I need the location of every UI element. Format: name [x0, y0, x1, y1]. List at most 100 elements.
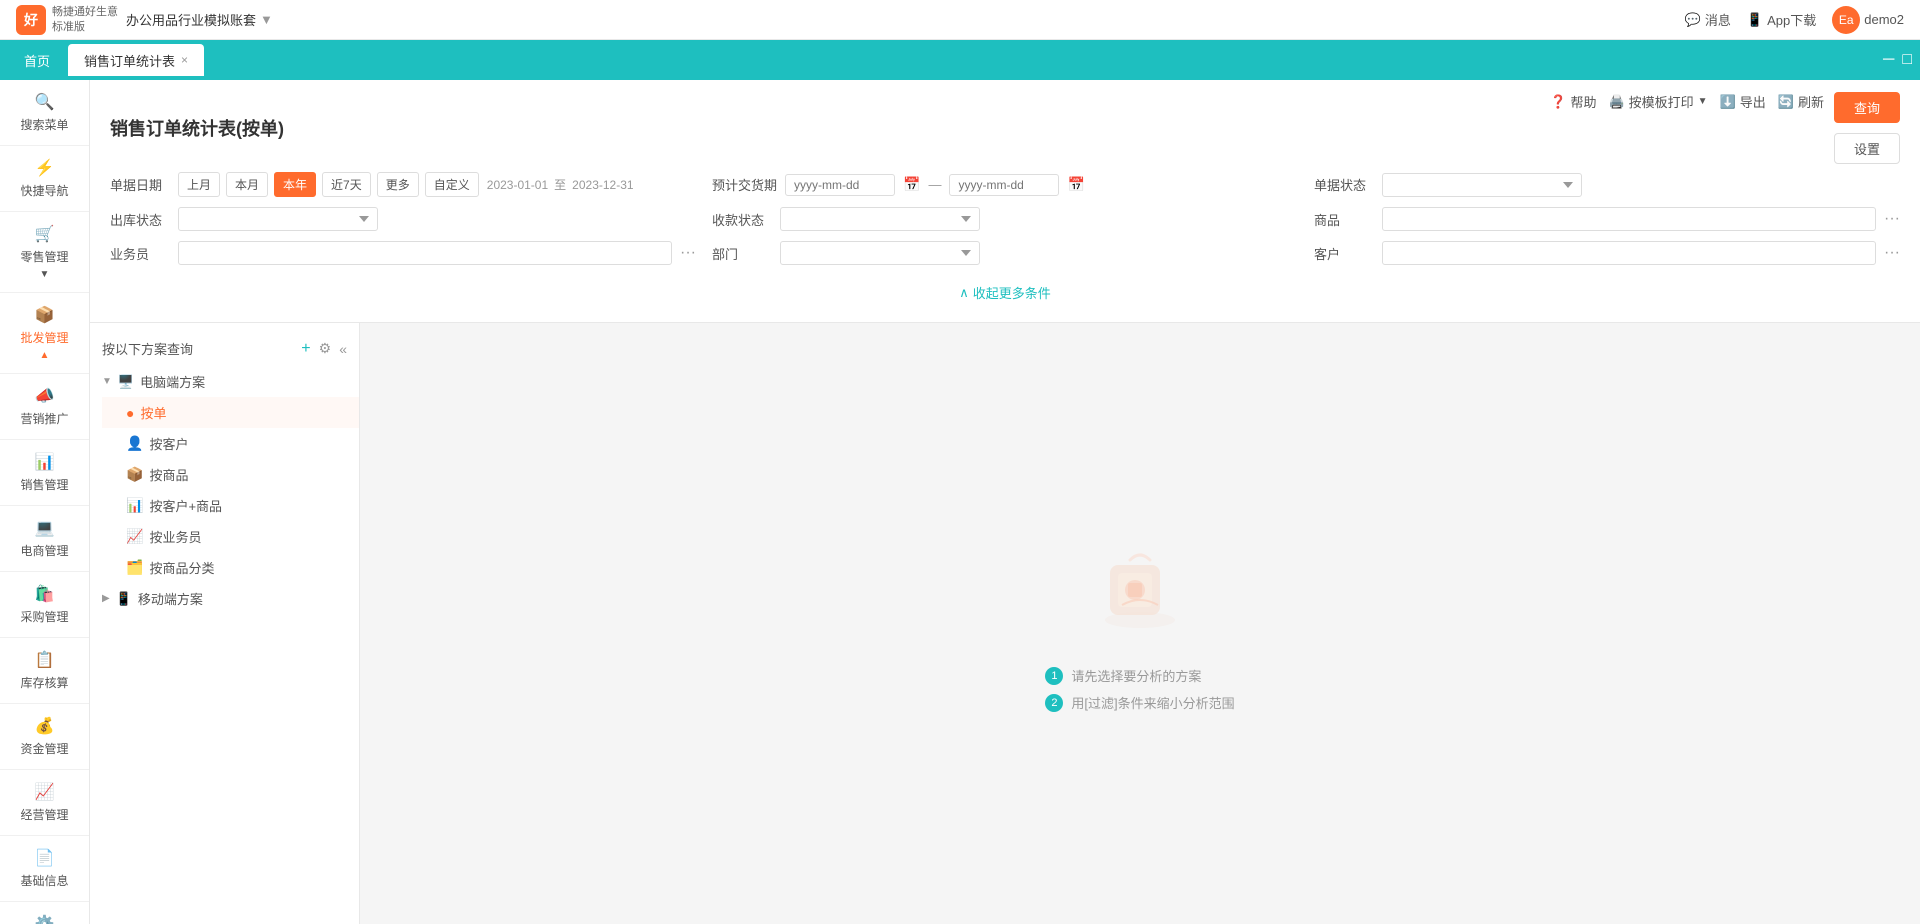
- date-filter-item: 单据日期 上月 本月 本年 近7天 更多 自定义 2023-01-01 至 20…: [110, 172, 696, 197]
- user-area[interactable]: Ea demo2: [1832, 6, 1904, 34]
- sidebar-item-retail-mgmt[interactable]: 🛒 零售管理 ▼: [0, 212, 89, 293]
- sidebar-item-label: 销售管理: [20, 476, 68, 493]
- salesperson-more-icon[interactable]: ···: [680, 244, 696, 262]
- window-maximize-icon[interactable]: □: [1902, 51, 1912, 69]
- salesperson-input[interactable]: [178, 241, 672, 265]
- sidebar-item-purchase-mgmt[interactable]: 🛍️ 采购管理: [0, 572, 89, 638]
- logo-area: 好 畅捷通好生意 标准版: [16, 5, 118, 35]
- sidebar-item-inventory[interactable]: 📋 库存核算: [0, 638, 89, 704]
- date-last-month-btn[interactable]: 上月: [178, 172, 220, 197]
- date-last7-btn[interactable]: 近7天: [322, 172, 371, 197]
- sidebar-item-system-mgmt[interactable]: ⚙️ 系统管理: [0, 902, 89, 924]
- tab-close-icon[interactable]: ×: [181, 53, 188, 67]
- tab-bar-actions: ─ □: [1883, 51, 1912, 69]
- goods-label: 商品: [1314, 210, 1374, 229]
- tree-item-by-goods-category[interactable]: 🗂️ 按商品分类: [102, 552, 359, 583]
- goods-filter-item: 商品 ···: [1314, 207, 1900, 231]
- window-minimize-icon[interactable]: ─: [1883, 51, 1894, 69]
- date-label: 单据日期: [110, 175, 170, 194]
- template-print-btn[interactable]: 🖨️ 按模板打印 ▼: [1608, 92, 1707, 111]
- sidebar-item-marketing[interactable]: 📣 营销推广: [0, 374, 89, 440]
- scheme-settings-icon[interactable]: ⚙: [319, 340, 332, 357]
- logo-text: 畅捷通好生意 标准版: [52, 5, 118, 34]
- dept-select[interactable]: [780, 241, 980, 265]
- tab-home[interactable]: 首页: [8, 44, 66, 76]
- sidebar-item-wholesale-mgmt[interactable]: 📦 批发管理 ▲: [0, 293, 89, 374]
- tree-item-label: 按商品: [149, 465, 188, 484]
- expected-date-from-input[interactable]: [785, 174, 895, 196]
- export-icon: ⬇️: [1720, 94, 1736, 110]
- main-area: 🔍 搜索菜单 ⚡ 快捷导航 🛒 零售管理 ▼ 📦 批发管理 ▲ 📣 营销推广 📊…: [0, 80, 1920, 924]
- tree-item-by-goods[interactable]: 📦 按商品: [102, 459, 359, 490]
- sidebar-item-ecom-mgmt[interactable]: 💻 电商管理: [0, 506, 89, 572]
- goods-input[interactable]: [1382, 207, 1876, 231]
- date-custom-btn[interactable]: 自定义: [425, 172, 479, 197]
- sidebar-item-label: 搜索菜单: [20, 116, 68, 133]
- expected-date-label: 预计交货期: [712, 175, 777, 194]
- split-layout: 按以下方案查询 + ⚙ « ▼ 🖥️ 电脑端方案 ● 按单: [90, 323, 1920, 924]
- tree-section-mobile[interactable]: ▶ 📱 移动端方案: [90, 583, 359, 614]
- customer-input[interactable]: [1382, 241, 1876, 265]
- page-header-actions: ❓ 帮助 🖨️ 按模板打印 ▼ ⬇️ 导出 �: [1550, 92, 1824, 111]
- sidebar-item-finance[interactable]: 💰 资金管理: [0, 704, 89, 770]
- goods-more-icon[interactable]: ···: [1884, 210, 1900, 228]
- ecom-mgmt-icon: 💻: [35, 518, 55, 538]
- help-btn[interactable]: ❓ 帮助: [1550, 92, 1596, 111]
- expected-date-to-input[interactable]: [949, 174, 1059, 196]
- right-panel: 1 请先选择要分析的方案 2 用[过滤]条件来缩小分析范围: [360, 323, 1920, 924]
- tree-section-label: 电脑端方案: [140, 372, 205, 391]
- panel-collapse-icon[interactable]: «: [339, 341, 347, 357]
- tree-section-desktop[interactable]: ▼ 🖥️ 电脑端方案: [90, 366, 359, 397]
- export-btn[interactable]: ⬇️ 导出: [1720, 92, 1766, 111]
- page-title-row: 销售订单统计表(按单) ❓ 帮助 🖨️ 按模板打印 ▼ ⬇️: [110, 92, 1900, 164]
- ship-status-select[interactable]: [178, 207, 378, 231]
- tree-by-customer-icon: 👤: [126, 435, 143, 452]
- receive-status-select[interactable]: [780, 207, 980, 231]
- app-icon: 📱: [1747, 12, 1763, 28]
- message-btn[interactable]: 💬 消息: [1685, 10, 1731, 29]
- sidebar-item-operations[interactable]: 📈 经营管理: [0, 770, 89, 836]
- query-button[interactable]: 查询: [1834, 92, 1900, 123]
- sidebar-item-label: 经营管理: [20, 806, 68, 823]
- sidebar-item-quick-nav[interactable]: ⚡ 快捷导航: [0, 146, 89, 212]
- tree-item-by-salesperson[interactable]: 📈 按业务员: [102, 521, 359, 552]
- expected-date-filter-item: 预计交货期 📅 — 📅: [712, 174, 1298, 196]
- ship-status-label: 出库状态: [110, 210, 170, 229]
- tree-mobile-icon: 📱: [116, 591, 132, 607]
- tree-item-by-order[interactable]: ● 按单: [102, 397, 359, 428]
- collapse-icon: ∧: [959, 285, 969, 301]
- calendar-icon-2[interactable]: 📅: [1067, 176, 1084, 193]
- setting-button[interactable]: 设置: [1834, 133, 1900, 164]
- sidebar-item-sales-mgmt[interactable]: 📊 销售管理: [0, 440, 89, 506]
- basic-info-icon: 📄: [35, 848, 55, 868]
- logo-icon: 好: [16, 5, 46, 35]
- date-this-year-btn[interactable]: 本年: [274, 172, 316, 197]
- avatar: Ea: [1832, 6, 1860, 34]
- app-download-btn[interactable]: 📱 App下载: [1747, 10, 1816, 29]
- sidebar-item-label: 采购管理: [20, 608, 68, 625]
- tab-sales-order-stats[interactable]: 销售订单统计表 ×: [68, 44, 204, 76]
- collapse-btn[interactable]: ∧ 收起更多条件: [110, 275, 1900, 310]
- tree-item-by-customer-goods[interactable]: 📊 按客户+商品: [102, 490, 359, 521]
- tree-item-label: 按商品分类: [149, 558, 214, 577]
- add-scheme-btn[interactable]: +: [301, 340, 310, 358]
- calendar-icon-1[interactable]: 📅: [903, 176, 920, 193]
- tree-by-gc-icon: 🗂️: [126, 559, 143, 576]
- refresh-btn[interactable]: 🔄 刷新: [1778, 92, 1824, 111]
- sidebar-item-basic-info[interactable]: 📄 基础信息: [0, 836, 89, 902]
- salesperson-filter-item: 业务员 ···: [110, 241, 696, 265]
- tree-item-label: 按客户+商品: [149, 496, 222, 515]
- tree-by-sp-icon: 📈: [126, 528, 143, 545]
- status-select[interactable]: [1382, 173, 1582, 197]
- tree-item-by-customer[interactable]: 👤 按客户: [102, 428, 359, 459]
- dept-filter-item: 部门: [712, 241, 1298, 265]
- sidebar-item-search-menu[interactable]: 🔍 搜索菜单: [0, 80, 89, 146]
- ship-status-filter-item: 出库状态: [110, 207, 696, 231]
- tip-num-1: 1: [1045, 667, 1063, 685]
- date-this-month-btn[interactable]: 本月: [226, 172, 268, 197]
- top-bar-left: 好 畅捷通好生意 标准版 办公用品行业模拟账套 ▼: [16, 5, 273, 35]
- operations-icon: 📈: [35, 782, 55, 802]
- customer-filter-item: 客户 ···: [1314, 241, 1900, 265]
- date-more-btn[interactable]: 更多: [377, 172, 419, 197]
- customer-more-icon[interactable]: ···: [1884, 244, 1900, 262]
